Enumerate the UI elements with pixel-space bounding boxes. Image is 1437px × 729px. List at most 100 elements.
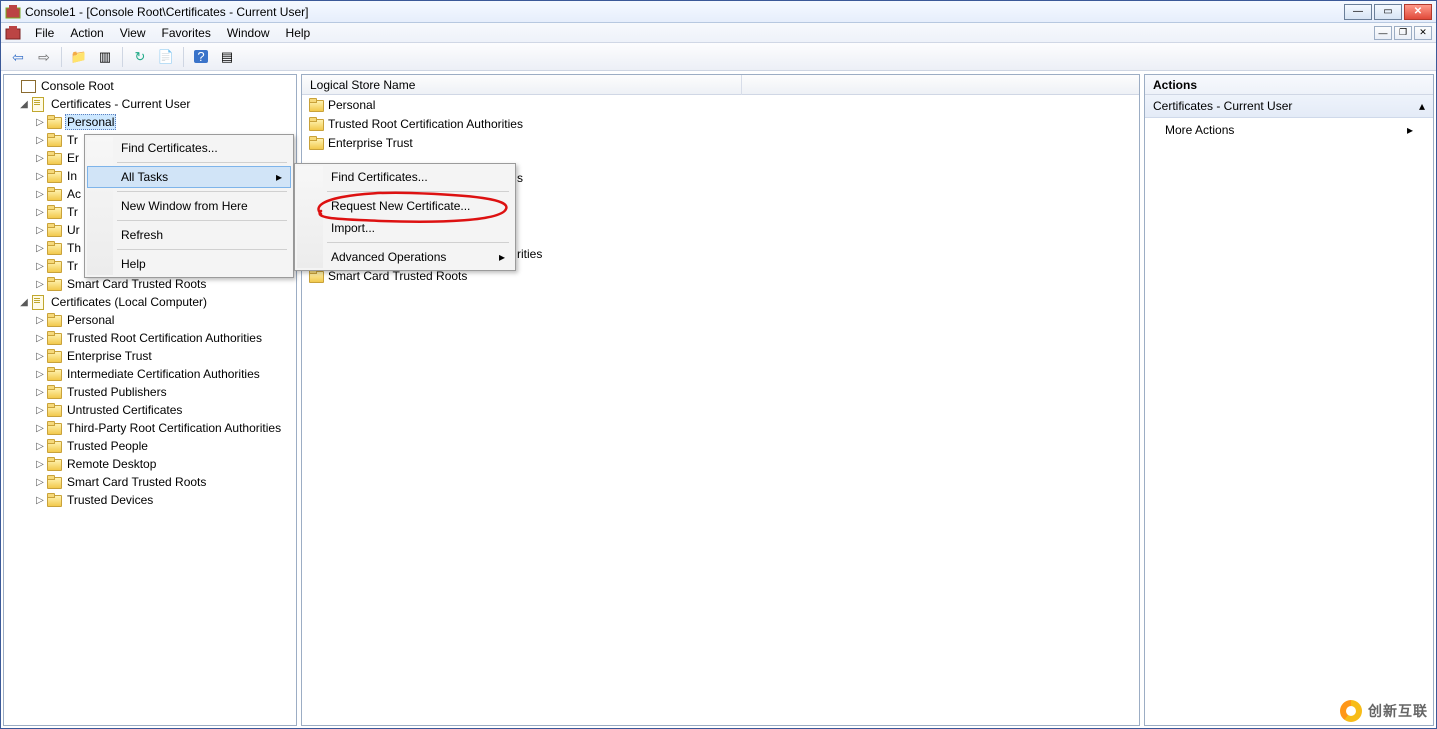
tree-label: Remote Desktop bbox=[65, 457, 158, 471]
menu-favorites[interactable]: Favorites bbox=[154, 24, 219, 42]
list-item[interactable]: Trusted Root Certification Authorities bbox=[302, 114, 1139, 133]
mmc-window: Console1 - [Console Root\Certificates - … bbox=[0, 0, 1437, 729]
properties-button[interactable]: ▤ bbox=[216, 46, 238, 68]
tree-label: Ur bbox=[65, 223, 82, 237]
close-button[interactable]: ✕ bbox=[1404, 4, 1432, 20]
tree-cert-current-user[interactable]: ◢ Certificates - Current User bbox=[4, 95, 296, 113]
mdi-minimize-button[interactable]: — bbox=[1374, 26, 1392, 40]
tree-label: Trusted People bbox=[65, 439, 150, 453]
tree-label: Certificates (Local Computer) bbox=[49, 295, 209, 309]
show-hide-tree-button[interactable]: ▥ bbox=[94, 46, 116, 68]
tree-label: Ac bbox=[65, 187, 83, 201]
tree-comp-node[interactable]: ▷Trusted People bbox=[4, 437, 296, 455]
folder-icon bbox=[46, 492, 62, 508]
collapse-icon[interactable]: ▴ bbox=[1419, 99, 1425, 113]
column-header-logical-store[interactable]: Logical Store Name bbox=[302, 75, 742, 95]
mdi-close-button[interactable]: ✕ bbox=[1414, 26, 1432, 40]
submenu-arrow-icon: ▸ bbox=[499, 250, 505, 264]
tree-cert-local-computer[interactable]: ◢ Certificates (Local Computer) bbox=[4, 293, 296, 311]
context-menu-all-tasks: Find Certificates... Request New Certifi… bbox=[294, 163, 516, 271]
list-item[interactable]: Enterprise Trust bbox=[302, 133, 1139, 152]
tree-comp-node[interactable]: ▷Untrusted Certificates bbox=[4, 401, 296, 419]
collapse-icon[interactable]: ◢ bbox=[18, 99, 30, 110]
folder-icon bbox=[46, 402, 62, 418]
actions-more[interactable]: More Actions ▸ bbox=[1145, 118, 1433, 142]
list-item[interactable]: Personal bbox=[302, 95, 1139, 114]
titlebar: Console1 - [Console Root\Certificates - … bbox=[1, 1, 1436, 23]
nav-forward-button[interactable] bbox=[33, 46, 55, 68]
ctx-sub-import[interactable]: Import... bbox=[297, 217, 513, 239]
ctx-help[interactable]: Help bbox=[87, 253, 291, 275]
watermark-logo-icon bbox=[1340, 700, 1362, 722]
actions-header: Actions bbox=[1145, 75, 1433, 95]
expand-icon[interactable]: ▷ bbox=[34, 117, 46, 128]
ctx-sub-find-certificates[interactable]: Find Certificates... bbox=[297, 166, 513, 188]
collapse-icon[interactable]: ◢ bbox=[18, 297, 30, 308]
peek-text: rities bbox=[517, 247, 542, 261]
maximize-button[interactable]: ▭ bbox=[1374, 4, 1402, 20]
certificates-snapin-icon bbox=[30, 96, 46, 112]
tree-comp-node[interactable]: ▷Enterprise Trust bbox=[4, 347, 296, 365]
folder-icon bbox=[46, 474, 62, 490]
tree-comp-node[interactable]: ▷Intermediate Certification Authorities bbox=[4, 365, 296, 383]
actions-item-label: More Actions bbox=[1165, 123, 1234, 137]
tree-comp-node[interactable]: ▷Smart Card Trusted Roots bbox=[4, 473, 296, 491]
nav-back-button[interactable] bbox=[7, 46, 29, 68]
folder-icon bbox=[46, 348, 62, 364]
folder-icon bbox=[46, 168, 62, 184]
ctx-sub-request-new-certificate[interactable]: Request New Certificate... bbox=[297, 195, 513, 217]
list-header: Logical Store Name bbox=[302, 75, 1139, 95]
actions-section-label: Certificates - Current User bbox=[1153, 99, 1292, 113]
tree-label: Trusted Root Certification Authorities bbox=[65, 331, 264, 345]
tree-comp-node[interactable]: ▷Trusted Devices bbox=[4, 491, 296, 509]
actions-pane: Actions Certificates - Current User ▴ Mo… bbox=[1144, 74, 1434, 726]
ctx-sub-advanced-operations[interactable]: Advanced Operations ▸ bbox=[297, 246, 513, 268]
ctx-refresh[interactable]: Refresh bbox=[87, 224, 291, 246]
tree-comp-node[interactable]: ▷Third-Party Root Certification Authorit… bbox=[4, 419, 296, 437]
tree-label: Certificates - Current User bbox=[49, 97, 192, 111]
menu-help[interactable]: Help bbox=[278, 24, 319, 42]
tree-label: Smart Card Trusted Roots bbox=[65, 277, 208, 291]
actions-section-title[interactable]: Certificates - Current User ▴ bbox=[1145, 95, 1433, 118]
folder-icon bbox=[308, 116, 324, 132]
mdi-restore-button[interactable]: ❐ bbox=[1394, 26, 1412, 40]
menu-window[interactable]: Window bbox=[219, 24, 278, 42]
folder-icon bbox=[46, 456, 62, 472]
ctx-find-certificates[interactable]: Find Certificates... bbox=[87, 137, 291, 159]
menu-file[interactable]: File bbox=[27, 24, 62, 42]
folder-icon bbox=[46, 420, 62, 436]
tree-label: Th bbox=[65, 241, 83, 255]
peek-text: s bbox=[517, 171, 523, 185]
up-button[interactable]: 📁 bbox=[68, 46, 90, 68]
menu-view[interactable]: View bbox=[112, 24, 154, 42]
tree-label: Er bbox=[65, 151, 81, 165]
help-button[interactable]: ? bbox=[190, 46, 212, 68]
tree-comp-node[interactable]: ▷Remote Desktop bbox=[4, 455, 296, 473]
ctx-item-label: All Tasks bbox=[121, 170, 168, 184]
mdi-doc-icon bbox=[5, 25, 21, 41]
refresh-button[interactable]: ↻ bbox=[129, 46, 151, 68]
tree-console-root[interactable]: Console Root bbox=[4, 77, 296, 95]
tree-comp-node[interactable]: ▷Personal bbox=[4, 311, 296, 329]
export-list-button[interactable]: 📄 bbox=[155, 46, 177, 68]
tree-label: Trusted Publishers bbox=[65, 385, 169, 399]
folder-icon bbox=[46, 186, 62, 202]
tree-comp-node[interactable]: ▷Trusted Publishers bbox=[4, 383, 296, 401]
menu-action[interactable]: Action bbox=[62, 24, 111, 42]
tree-user-personal[interactable]: ▷ Personal bbox=[4, 113, 296, 131]
list-item-label: Enterprise Trust bbox=[328, 136, 413, 150]
tree-label: In bbox=[65, 169, 79, 183]
folder-icon bbox=[46, 114, 62, 130]
refresh-icon: ↻ bbox=[135, 50, 146, 63]
folder-icon bbox=[308, 135, 324, 151]
folder-icon bbox=[46, 312, 62, 328]
ctx-new-window[interactable]: New Window from Here bbox=[87, 195, 291, 217]
panes-icon: ▥ bbox=[99, 50, 111, 63]
watermark: 创新互联 bbox=[1340, 700, 1428, 722]
tree-comp-node[interactable]: ▷Trusted Root Certification Authorities bbox=[4, 329, 296, 347]
folder-icon bbox=[46, 330, 62, 346]
folder-icon bbox=[46, 222, 62, 238]
menubar: File Action View Favorites Window Help —… bbox=[1, 23, 1436, 43]
minimize-button[interactable]: — bbox=[1344, 4, 1372, 20]
ctx-all-tasks[interactable]: All Tasks ▸ bbox=[87, 166, 291, 188]
